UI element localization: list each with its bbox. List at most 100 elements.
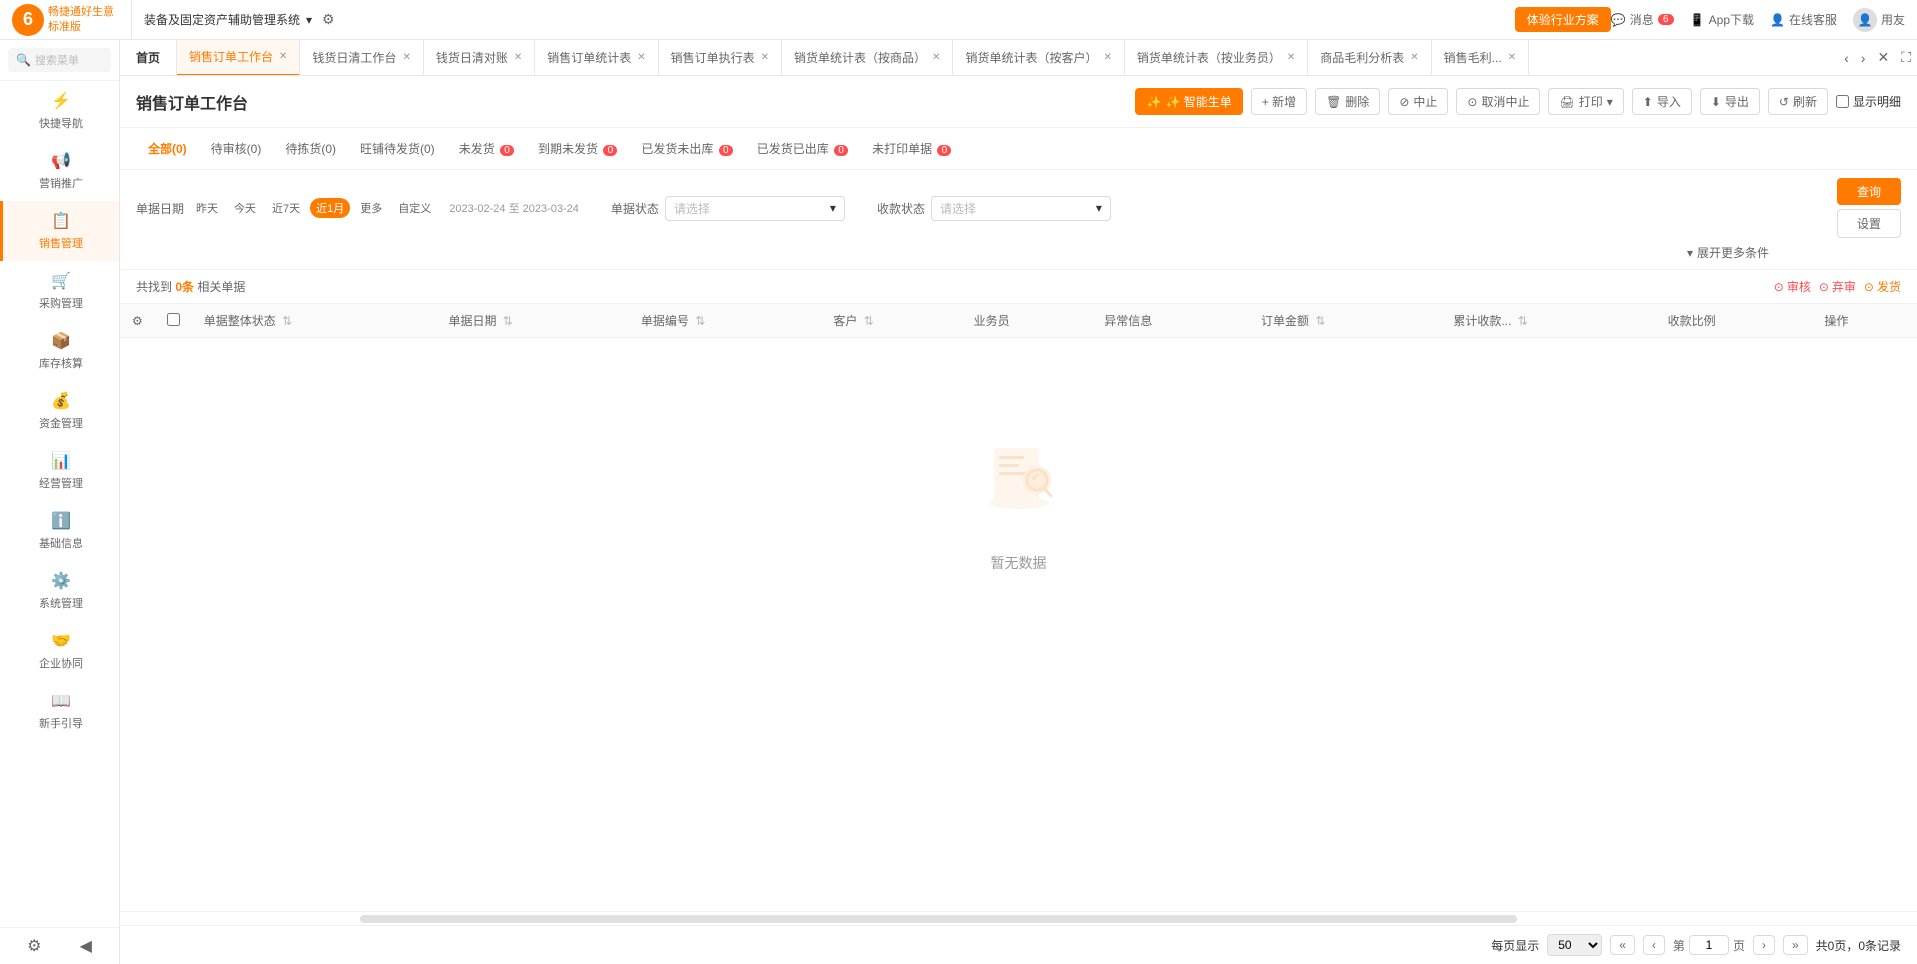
filter-tab-pick[interactable]: 待拣货(0) (273, 136, 348, 161)
col-payment[interactable]: 累计收款... ⇅ (1441, 304, 1655, 338)
app-download-btn[interactable]: 📱 App下载 (1690, 11, 1754, 28)
tab-goods-stats[interactable]: 销货单统计表（按商品） ✕ (782, 40, 953, 76)
query-btn[interactable]: 查询 (1837, 178, 1901, 205)
tab-customer-stats[interactable]: 销货单统计表（按客户） ✕ (953, 40, 1124, 76)
pay-status-select[interactable]: 请选择 ▾ (931, 196, 1111, 221)
page-header: 销售订单工作台 ✨ ✨ 智能生单 + 新增 🗑 删除 ⊘ (120, 76, 1917, 128)
tab-maximize[interactable]: ⛶ (1895, 49, 1917, 66)
tab-reconcile[interactable]: 钱货日清对账 ✕ (424, 40, 535, 76)
prev-page-btn[interactable]: ‹ (1643, 935, 1665, 955)
sidebar-item-basic[interactable]: ℹ️ 基础信息 (0, 501, 119, 561)
col-settings[interactable]: ⚙ (120, 304, 155, 338)
date-btn-yesterday[interactable]: 昨天 (190, 198, 224, 218)
select-all-checkbox[interactable] (167, 313, 180, 326)
col-status[interactable]: 单据整体状态 ⇅ (192, 304, 437, 338)
date-btn-today[interactable]: 今天 (228, 198, 262, 218)
sidebar-item-system[interactable]: ⚙️ 系统管理 (0, 561, 119, 621)
tab-order-stats[interactable]: 销售订单统计表 ✕ (535, 40, 658, 76)
tab-sales-profit[interactable]: 销售毛利... ✕ (1432, 40, 1529, 76)
ship-action[interactable]: ⊙ 发货 (1864, 278, 1901, 295)
tab-close-goods-stats[interactable]: ✕ (932, 52, 940, 63)
system-title-arrow[interactable]: ▾ (306, 13, 312, 27)
date-btn-more[interactable]: 更多 (354, 198, 388, 218)
filter-tab-all[interactable]: 全部(0) (136, 136, 199, 161)
add-btn[interactable]: + 新增 (1251, 88, 1307, 115)
export-btn[interactable]: ⬇ 导出 (1700, 88, 1760, 115)
settings-bottom-icon[interactable]: ⚙ (27, 936, 41, 956)
next-page-btn[interactable]: › (1753, 935, 1775, 955)
sidebar-item-inventory[interactable]: 📦 库存核算 (0, 321, 119, 381)
sidebar-item-cooperation[interactable]: 🤝 企业协同 (0, 621, 119, 681)
col-amount[interactable]: 订单金额 ⇅ (1249, 304, 1441, 338)
cancel-stop-btn[interactable]: ⊙ 取消中止 (1456, 88, 1540, 115)
col-customer[interactable]: 客户 ⇅ (821, 304, 961, 338)
set-btn[interactable]: 设置 (1837, 209, 1901, 238)
show-detail-checkbox[interactable] (1836, 95, 1849, 108)
sidebar-search[interactable]: 🔍 搜索菜单 (0, 40, 119, 81)
sidebar-item-sales[interactable]: 📋 销售管理 (0, 201, 119, 261)
tab-sales-order[interactable]: 销售订单工作台 ✕ (177, 40, 300, 76)
horizontal-scrollbar[interactable] (120, 911, 1917, 925)
tab-profit[interactable]: 商品毛利分析表 ✕ (1308, 40, 1431, 76)
stop-btn[interactable]: ⊘ 中止 (1388, 88, 1448, 115)
sidebar-item-finance[interactable]: 💰 资金管理 (0, 381, 119, 441)
unreview-action[interactable]: ⊙ 弃审 (1819, 278, 1856, 295)
expand-btn[interactable]: ▾ 展开更多条件 (1687, 244, 1769, 261)
sidebar-item-marketing[interactable]: 📢 营销推广 (0, 141, 119, 201)
sidebar-item-business[interactable]: 📊 经营管理 (0, 441, 119, 501)
tab-close-staff-stats[interactable]: ✕ (1287, 52, 1295, 63)
review-action[interactable]: ⊙ 审核 (1774, 278, 1811, 295)
tab-close-all[interactable]: ✕ (1871, 49, 1895, 66)
last-page-btn[interactable]: » (1783, 935, 1808, 955)
message-btn[interactable]: 💬 消息 6 (1611, 11, 1674, 28)
first-page-btn[interactable]: « (1610, 935, 1635, 955)
sidebar-item-quicknav[interactable]: ⚡ 快捷导航 (0, 81, 119, 141)
col-staff[interactable]: 业务员 (962, 304, 1093, 338)
online-service-btn[interactable]: 👤 在线客服 (1770, 11, 1837, 28)
user-area[interactable]: 👤 用友 (1853, 8, 1905, 32)
show-detail-label[interactable]: 显示明细 (1836, 93, 1901, 110)
tab-close-reconcile[interactable]: ✕ (514, 52, 522, 63)
tab-close-daily-clear[interactable]: ✕ (402, 52, 410, 63)
filter-tab-pending[interactable]: 待审核(0) (199, 136, 274, 161)
date-btn-custom[interactable]: 自定义 (392, 198, 437, 218)
ai-icon: ✨ (1146, 95, 1161, 109)
tab-close-order-stats[interactable]: ✕ (637, 52, 645, 63)
filter-tab-notship[interactable]: 未发货 0 (447, 136, 526, 161)
col-number[interactable]: 单据编号 ⇅ (629, 304, 821, 338)
settings-icon[interactable]: ⚙ (322, 11, 335, 28)
filter-tab-shipped-out[interactable]: 已发货已出库 0 (745, 136, 860, 161)
date-btn-1month[interactable]: 近1月 (310, 198, 350, 218)
col-date[interactable]: 单据日期 ⇅ (436, 304, 628, 338)
import-btn[interactable]: ⬆ 导入 (1632, 88, 1692, 115)
stop-icon: ⊘ (1399, 95, 1409, 109)
ai-btn[interactable]: ✨ ✨ 智能生单 (1135, 88, 1242, 115)
filter-tab-wangpu[interactable]: 旺铺待发货(0) (348, 136, 447, 161)
filter-tab-shipped-not-out[interactable]: 已发货未出库 0 (629, 136, 744, 161)
tab-staff-stats[interactable]: 销货单统计表（按业务员） ✕ (1125, 40, 1308, 76)
sidebar-item-guide[interactable]: 📖 新手引导 (0, 681, 119, 741)
tab-home[interactable]: 首页 (120, 40, 177, 76)
tab-close-order-exec[interactable]: ✕ (761, 52, 769, 63)
sidebar-item-purchase[interactable]: 🛒 采购管理 (0, 261, 119, 321)
refresh-btn[interactable]: ↺ 刷新 (1768, 88, 1828, 115)
tab-close-sales-profit[interactable]: ✕ (1508, 52, 1516, 63)
col-checkbox[interactable] (155, 304, 192, 338)
print-btn[interactable]: 🖨 打印 ▾ (1548, 88, 1623, 115)
industry-btn[interactable]: 体验行业方案 (1515, 7, 1611, 32)
tab-close-sales-order[interactable]: ✕ (279, 51, 287, 62)
status-select[interactable]: 请选择 ▾ (665, 196, 845, 221)
filter-tab-not-printed[interactable]: 未打印单据 0 (860, 136, 963, 161)
filter-tab-expire-notship[interactable]: 到期未发货 0 (526, 136, 629, 161)
tab-order-exec[interactable]: 销售订单执行表 ✕ (659, 40, 782, 76)
per-page-select[interactable]: 50 20 100 (1547, 934, 1602, 956)
tab-daily-clear[interactable]: 钱货日清工作台 ✕ (300, 40, 423, 76)
page-input[interactable] (1689, 935, 1729, 955)
tab-scroll-left[interactable]: ‹ (1838, 50, 1855, 66)
delete-btn[interactable]: 🗑 删除 (1315, 88, 1380, 115)
collapse-icon[interactable]: ◀ (80, 936, 92, 956)
tab-close-customer-stats[interactable]: ✕ (1103, 52, 1111, 63)
tab-close-profit[interactable]: ✕ (1410, 52, 1418, 63)
date-btn-7days[interactable]: 近7天 (266, 198, 306, 218)
tab-scroll-right[interactable]: › (1855, 50, 1872, 66)
